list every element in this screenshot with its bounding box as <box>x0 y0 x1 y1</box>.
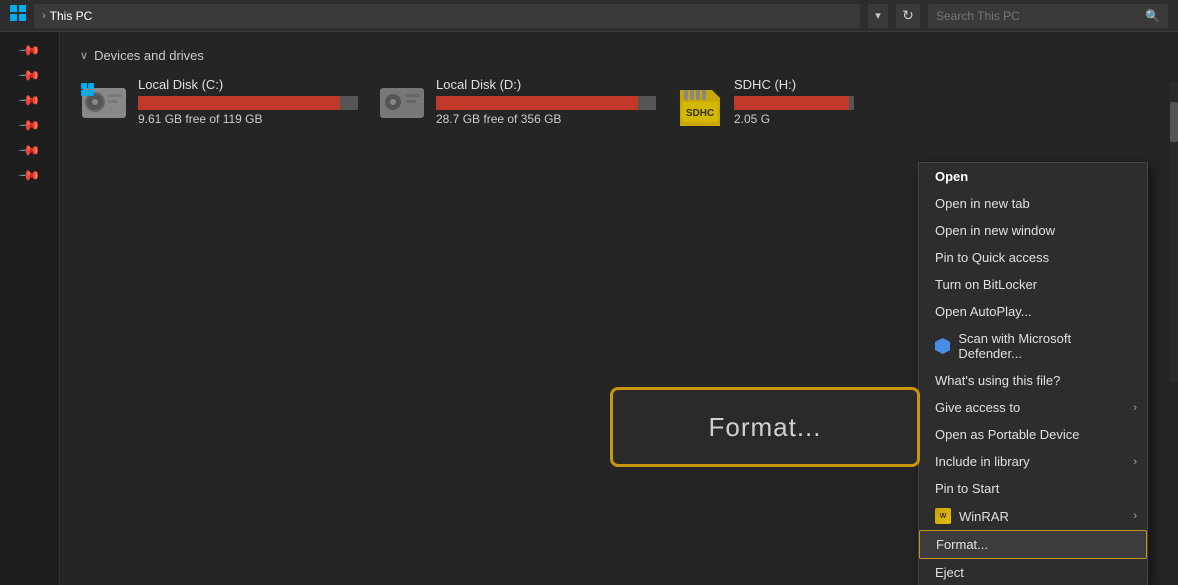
ctx-format-label: Format... <box>936 537 988 552</box>
sidebar: 📌 📌 📌 📌 📌 📌 <box>0 32 60 585</box>
ctx-defender-label: Scan with Microsoft Defender... <box>958 331 1131 361</box>
breadcrumb-label: This PC <box>50 9 93 23</box>
ctx-pin-start-label: Pin to Start <box>935 481 999 496</box>
drive-d-name: Local Disk (D:) <box>436 77 656 92</box>
breadcrumb-arrow: › <box>42 10 46 22</box>
ctx-open-new-tab[interactable]: Open in new tab <box>919 190 1147 217</box>
ctx-using-file-label: What's using this file? <box>935 373 1060 388</box>
ctx-eject-label: Eject <box>935 565 964 580</box>
drive-h-fill <box>734 96 849 110</box>
search-input[interactable] <box>936 9 1141 23</box>
search-bar[interactable]: 🔍 <box>928 4 1168 28</box>
ctx-format[interactable]: Format... <box>919 530 1147 559</box>
ctx-pin-label: Pin to Quick access <box>935 250 1049 265</box>
scroll-thumb[interactable] <box>1170 102 1178 142</box>
ctx-open-new-window[interactable]: Open in new window <box>919 217 1147 244</box>
drive-c-fill <box>138 96 340 110</box>
ctx-open-label: Open <box>935 169 968 184</box>
ctx-winrar-arrow: › <box>1133 510 1137 522</box>
section-title: Devices and drives <box>94 48 204 63</box>
ctx-give-access-label: Give access to <box>935 400 1020 415</box>
drive-d-top: Local Disk (D:) 28.7 GB free of 356 GB <box>378 77 656 126</box>
drive-c-free: 9.61 GB free of 119 GB <box>138 112 358 126</box>
ctx-portable-label: Open as Portable Device <box>935 427 1080 442</box>
svg-text:SDHC: SDHC <box>686 108 714 119</box>
ctx-library-arrow: › <box>1133 456 1137 468</box>
dropdown-icon: ▾ <box>875 9 881 22</box>
dropdown-button[interactable]: ▾ <box>868 4 888 28</box>
drive-c-icon <box>80 82 128 122</box>
search-icon: 🔍 <box>1145 9 1160 23</box>
ctx-portable-device[interactable]: Open as Portable Device <box>919 421 1147 448</box>
refresh-button[interactable]: ↻ <box>896 4 920 28</box>
scrollbar[interactable] <box>1170 82 1178 382</box>
drive-h-name: SDHC (H:) <box>734 77 854 92</box>
pin-icon-5[interactable]: 📌 <box>17 138 41 162</box>
ctx-give-access[interactable]: Give access to › <box>919 394 1147 421</box>
drive-h-info: SDHC (H:) 2.05 G <box>734 77 854 126</box>
ctx-library-label: Include in library <box>935 454 1030 469</box>
ctx-pin-quick-access[interactable]: Pin to Quick access <box>919 244 1147 271</box>
ctx-winrar[interactable]: W WinRAR › <box>919 502 1147 530</box>
ctx-winrar-label: WinRAR <box>959 509 1009 524</box>
ctx-autoplay-label: Open AutoPlay... <box>935 304 1032 319</box>
drive-d-fill <box>436 96 638 110</box>
drive-h-bar <box>734 96 854 110</box>
format-callout: Format... <box>610 387 920 467</box>
ctx-bitlocker[interactable]: Turn on BitLocker <box>919 271 1147 298</box>
pin-icon-2[interactable]: 📌 <box>17 63 41 87</box>
ctx-open[interactable]: Open <box>919 163 1147 190</box>
ctx-autoplay[interactable]: Open AutoPlay... <box>919 298 1147 325</box>
content-area: ∨ Devices and drives <box>60 32 1178 585</box>
drive-d-free: 28.7 GB free of 356 GB <box>436 112 656 126</box>
pin-icon-4[interactable]: 📌 <box>17 113 41 137</box>
ctx-bitlocker-label: Turn on BitLocker <box>935 277 1037 292</box>
defender-icon <box>935 338 950 354</box>
drive-d-icon <box>378 82 426 122</box>
drive-h[interactable]: SDHC SDHC (H:) 2.05 G <box>676 77 854 126</box>
ctx-eject[interactable]: Eject <box>919 559 1147 585</box>
drive-c-top: Local Disk (C:) 9.61 GB free of 119 GB <box>80 77 358 126</box>
ctx-open-new-window-label: Open in new window <box>935 223 1055 238</box>
breadcrumb[interactable]: › This PC <box>34 4 860 28</box>
ctx-defender[interactable]: Scan with Microsoft Defender... <box>919 325 1147 367</box>
drives-row: Local Disk (C:) 9.61 GB free of 119 GB <box>80 77 1158 126</box>
pin-icon-1[interactable]: 📌 <box>17 38 41 62</box>
title-bar: › This PC ▾ ↻ 🔍 <box>0 0 1178 32</box>
ctx-pin-start[interactable]: Pin to Start <box>919 475 1147 502</box>
ctx-open-new-tab-label: Open in new tab <box>935 196 1030 211</box>
ctx-give-access-arrow: › <box>1133 402 1137 414</box>
drive-c-info: Local Disk (C:) 9.61 GB free of 119 GB <box>138 77 358 126</box>
drive-d[interactable]: Local Disk (D:) 28.7 GB free of 356 GB <box>378 77 656 126</box>
section-header: ∨ Devices and drives <box>80 48 1158 63</box>
drive-h-icon: SDHC <box>676 82 724 122</box>
section-chevron-icon: ∨ <box>80 49 88 62</box>
refresh-icon: ↻ <box>902 7 914 24</box>
drive-c-bar <box>138 96 358 110</box>
ctx-using-file[interactable]: What's using this file? <box>919 367 1147 394</box>
format-callout-text: Format... <box>708 412 821 443</box>
pin-icon-3[interactable]: 📌 <box>17 88 41 112</box>
drive-d-info: Local Disk (D:) 28.7 GB free of 356 GB <box>436 77 656 126</box>
winrar-icon: W <box>935 508 951 524</box>
ctx-include-library[interactable]: Include in library › <box>919 448 1147 475</box>
title-bar-icon <box>10 5 26 26</box>
drive-h-top: SDHC SDHC (H:) 2.05 G <box>676 77 854 126</box>
main-layout: 📌 📌 📌 📌 📌 📌 ∨ Devices and drives <box>0 32 1178 585</box>
drive-d-bar <box>436 96 656 110</box>
drive-c[interactable]: Local Disk (C:) 9.61 GB free of 119 GB <box>80 77 358 126</box>
pin-icon-6[interactable]: 📌 <box>17 163 41 187</box>
drive-c-name: Local Disk (C:) <box>138 77 358 92</box>
drive-h-free: 2.05 G <box>734 112 854 126</box>
context-menu: Open Open in new tab Open in new window … <box>918 162 1148 585</box>
